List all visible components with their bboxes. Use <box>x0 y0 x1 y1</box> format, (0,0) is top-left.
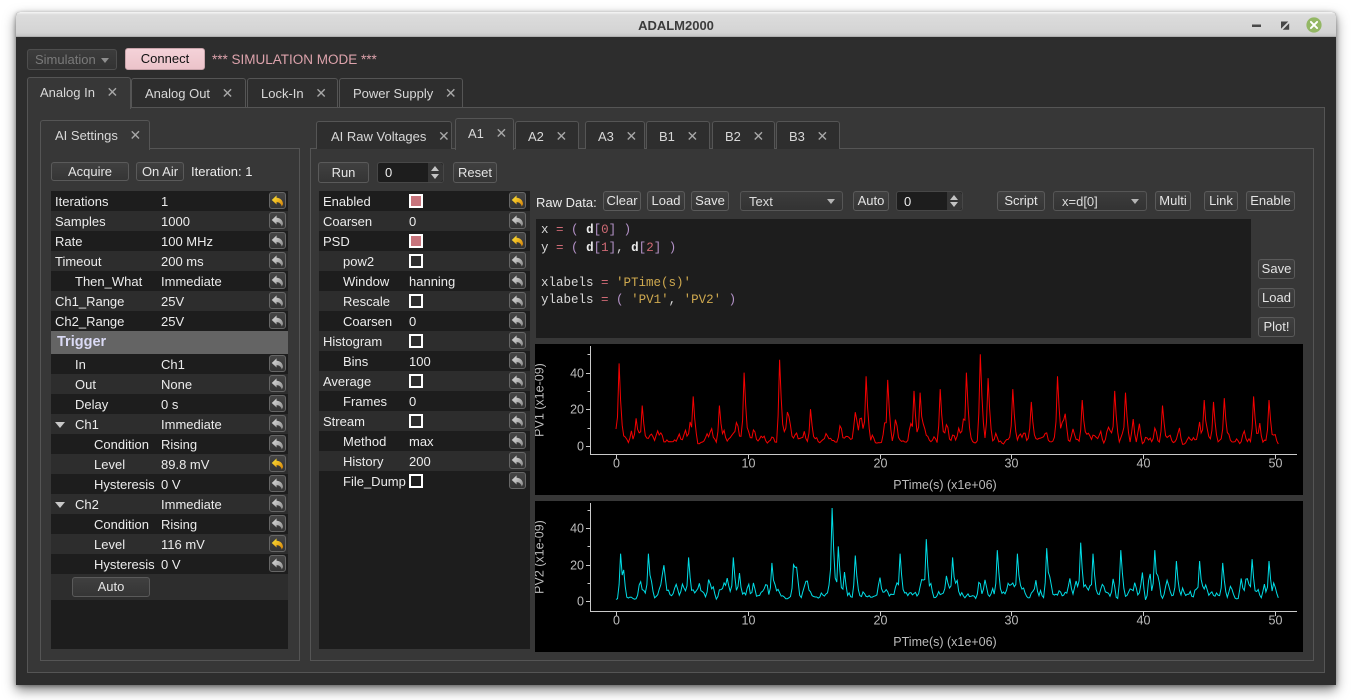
svg-text:40: 40 <box>1137 457 1151 471</box>
svg-text:20: 20 <box>570 403 584 417</box>
svg-text:50: 50 <box>1269 614 1283 628</box>
svg-text:30: 30 <box>1005 457 1019 471</box>
svg-text:40: 40 <box>1137 614 1151 628</box>
svg-text:0: 0 <box>577 440 584 454</box>
svg-text:0: 0 <box>577 595 584 609</box>
svg-text:20: 20 <box>874 457 888 471</box>
svg-text:0: 0 <box>613 614 620 628</box>
svg-text:10: 10 <box>742 457 756 471</box>
svg-text:20: 20 <box>874 614 888 628</box>
svg-text:0: 0 <box>613 457 620 471</box>
svg-text:30: 30 <box>1005 614 1019 628</box>
svg-text:20: 20 <box>570 559 584 573</box>
svg-text:PV1 (x1e-09): PV1 (x1e-09) <box>535 363 547 437</box>
svg-text:PV2 (x1e-09): PV2 (x1e-09) <box>535 520 547 594</box>
svg-text:50: 50 <box>1269 457 1283 471</box>
svg-text:40: 40 <box>570 522 584 536</box>
svg-text:PTime(s) (x1e+06): PTime(s) (x1e+06) <box>893 478 996 492</box>
svg-text:PTime(s) (x1e+06): PTime(s) (x1e+06) <box>893 635 996 649</box>
svg-text:40: 40 <box>570 367 584 381</box>
svg-text:10: 10 <box>742 614 756 628</box>
